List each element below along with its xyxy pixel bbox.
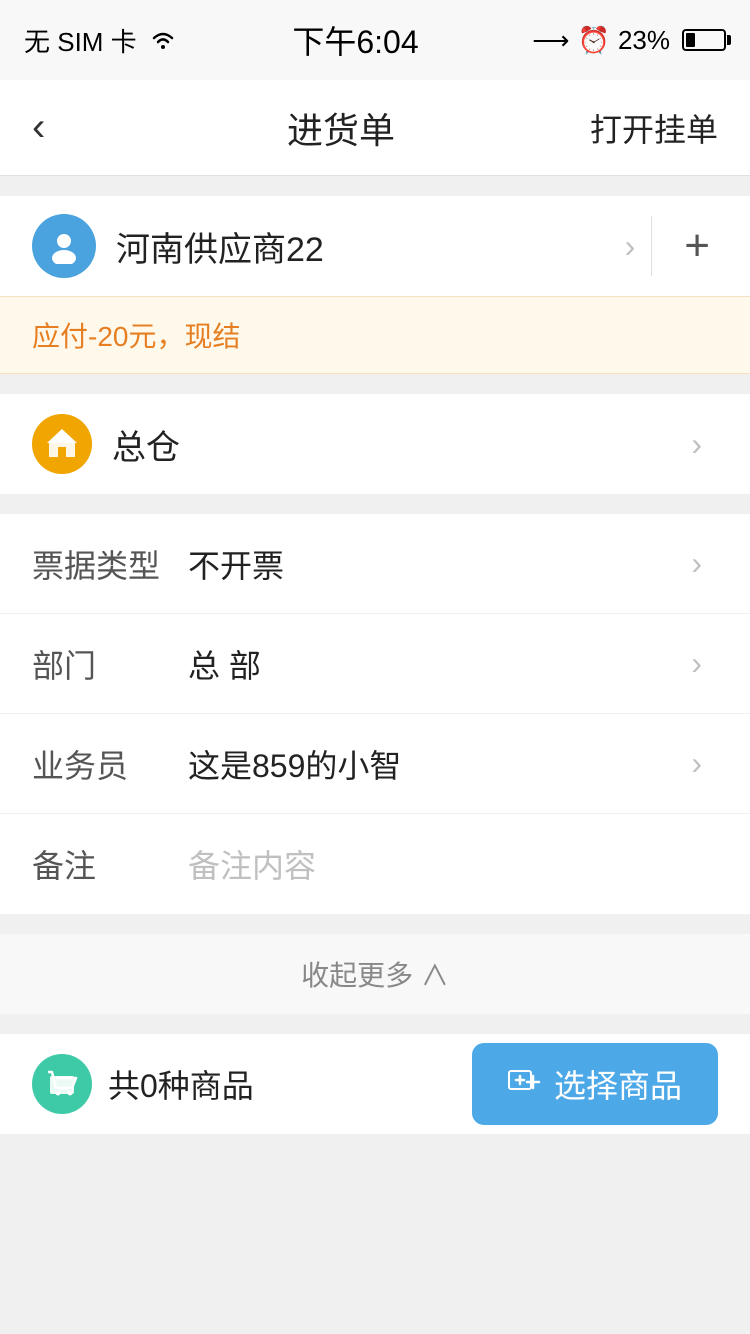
notice-text: 应付-20元，现结 — [32, 321, 240, 352]
bottom-bar: 共0种商品 选择商品 — [0, 1034, 750, 1134]
warehouse-section[interactable]: 总仓 › — [0, 394, 750, 494]
product-icon — [32, 1054, 92, 1114]
notice-bar: 应付-20元，现结 — [0, 296, 750, 374]
invoice-type-value: 不开票 — [172, 541, 691, 587]
department-row[interactable]: 部门 总 部 › — [0, 614, 750, 714]
nav-bar: ‹ 进货单 打开挂单 — [0, 80, 750, 176]
remark-row[interactable]: 备注 备注内容 — [0, 814, 750, 914]
wifi-icon — [147, 28, 179, 52]
add-button[interactable]: + — [676, 221, 718, 271]
department-value: 总 部 — [172, 641, 691, 687]
status-time: 下午6:04 — [292, 17, 418, 63]
supplier-name: 河南供应商22 — [116, 222, 625, 271]
cart-icon — [44, 1066, 80, 1102]
collapse-row[interactable]: 收起更多 ∧ — [0, 934, 750, 1014]
battery-icon — [682, 29, 726, 51]
department-label: 部门 — [32, 641, 172, 687]
salesman-label: 业务员 — [32, 741, 172, 787]
select-product-button[interactable]: 选择商品 — [472, 1043, 718, 1125]
form-section: 票据类型 不开票 › 部门 总 部 › 业务员 这是859的小智 › 备注 备注… — [0, 514, 750, 914]
invoice-type-label: 票据类型 — [32, 541, 172, 587]
status-bar: 无 SIM 卡 下午6:04 ⟶ ⏰ 23% — [0, 0, 750, 80]
supplier-chevron-icon: › — [625, 228, 636, 265]
home-icon — [45, 427, 79, 461]
warehouse-chevron-icon: › — [691, 426, 702, 463]
back-button[interactable]: ‹ — [32, 105, 92, 150]
invoice-type-row[interactable]: 票据类型 不开票 › — [0, 514, 750, 614]
department-chevron-icon: › — [691, 645, 702, 682]
divider — [651, 216, 652, 276]
warehouse-name: 总仓 — [112, 420, 691, 469]
select-product-icon — [508, 1066, 542, 1102]
person-icon — [46, 228, 82, 264]
page-title: 进货单 — [287, 102, 395, 154]
location-icon: ⟶ — [532, 25, 569, 56]
alarm-icon: ⏰ — [578, 25, 610, 56]
status-indicators: ⟶ ⏰ 23% — [532, 25, 726, 56]
select-product-label: 选择商品 — [554, 1061, 682, 1107]
carrier-text: 无 SIM 卡 — [24, 22, 137, 59]
remark-input[interactable]: 备注内容 — [172, 841, 718, 887]
warehouse-icon — [32, 414, 92, 474]
supplier-section[interactable]: 河南供应商22 › + — [0, 196, 750, 296]
main-content: 河南供应商22 › + 应付-20元，现结 总仓 › 票据类型 不开票 › 部门 — [0, 176, 750, 1334]
salesman-value: 这是859的小智 — [172, 741, 691, 787]
collapse-label: 收起更多 ∧ — [301, 954, 449, 994]
supplier-avatar — [32, 214, 96, 278]
product-count: 共0种商品 — [108, 1061, 472, 1107]
status-carrier: 无 SIM 卡 — [24, 22, 179, 59]
battery-percent: 23% — [618, 25, 670, 56]
invoice-type-chevron-icon: › — [691, 545, 702, 582]
open-pending-button[interactable]: 打开挂单 — [590, 105, 718, 151]
salesman-row[interactable]: 业务员 这是859的小智 › — [0, 714, 750, 814]
remark-label: 备注 — [32, 841, 172, 887]
salesman-chevron-icon: › — [691, 745, 702, 782]
add-product-icon — [508, 1066, 542, 1094]
gap-1 — [0, 176, 750, 196]
